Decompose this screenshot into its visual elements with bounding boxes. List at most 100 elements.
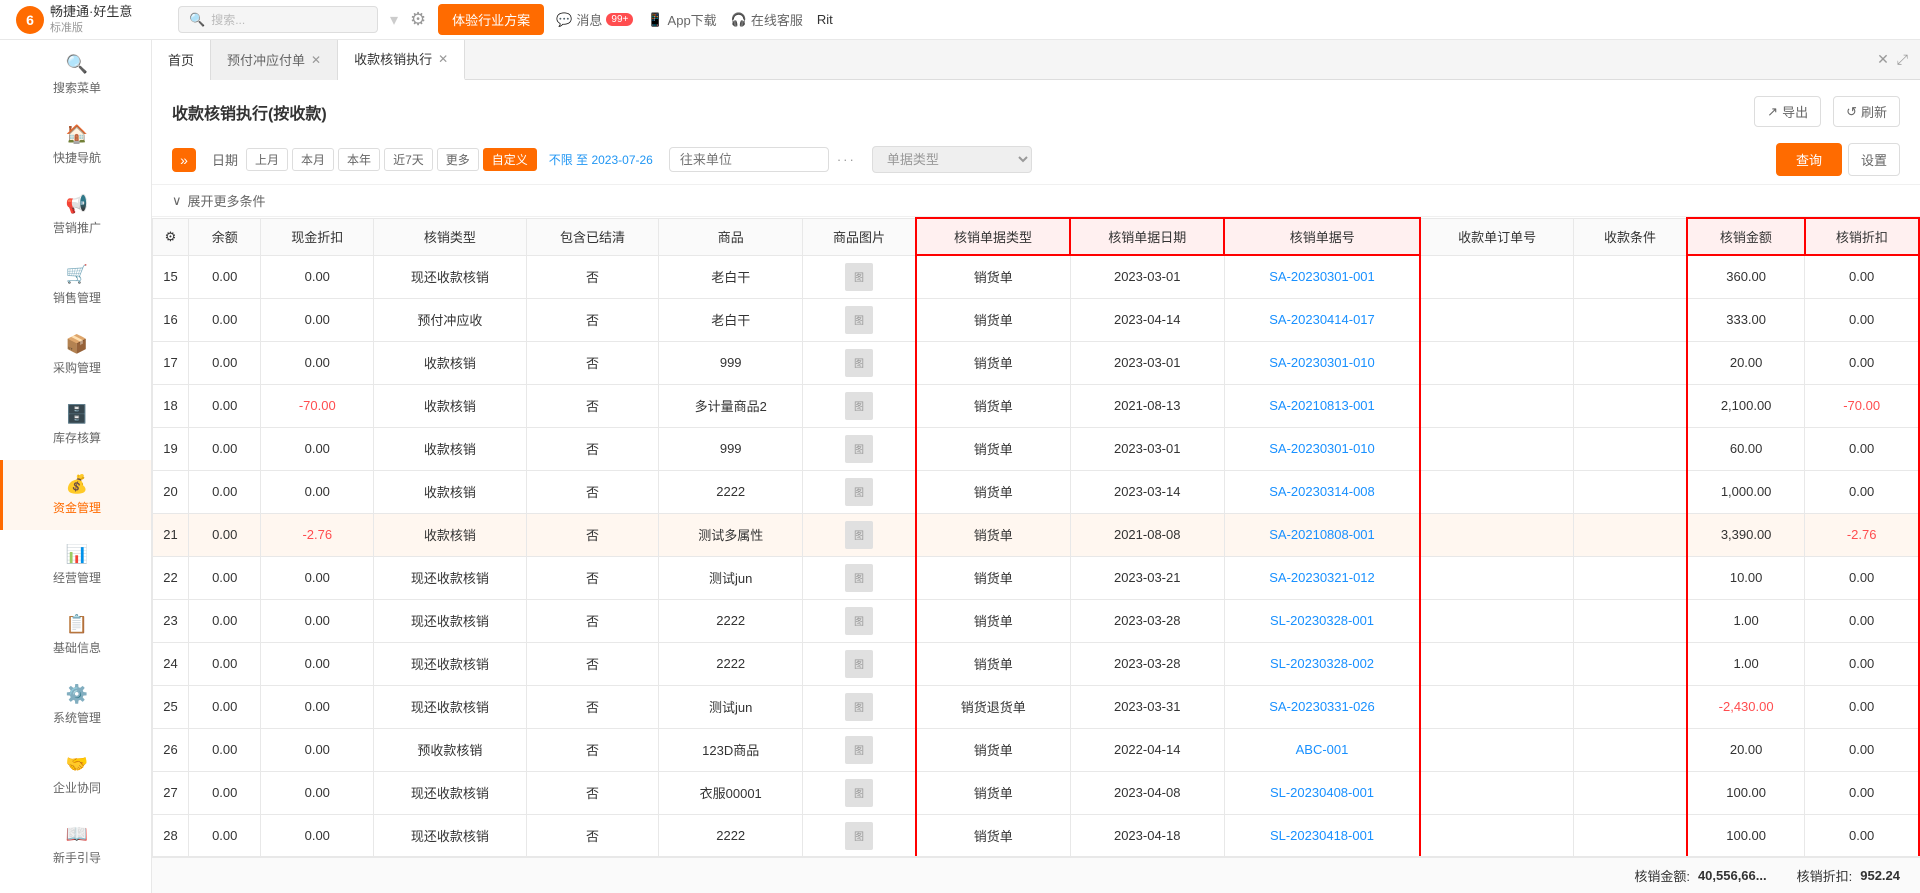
partner-input[interactable] <box>669 147 829 172</box>
voucher-no-link[interactable]: SA-20230314-008 <box>1269 484 1375 499</box>
tab-close-all-icon[interactable]: ✕ <box>1877 51 1889 68</box>
cell-receipt-order-no <box>1420 685 1573 728</box>
tab-prepay[interactable]: 预付冲应付单 ✕ <box>211 40 338 80</box>
cell-cancel-discount: 0.00 <box>1805 556 1919 599</box>
date-btn-this-month[interactable]: 本月 <box>292 148 334 171</box>
voucher-no-link[interactable]: SA-20230321-012 <box>1269 570 1375 585</box>
sidebar-item-guide[interactable]: 📖 新手引导 <box>0 810 151 880</box>
cell-include-settled: 否 <box>526 513 659 556</box>
date-btn-this-year[interactable]: 本年 <box>338 148 380 171</box>
voucher-no-link[interactable]: SA-20230301-010 <box>1269 441 1375 456</box>
cell-balance: 0.00 <box>189 685 261 728</box>
voucher-no-link[interactable]: SA-20210813-001 <box>1269 398 1375 413</box>
th-receipt-condition: 收款条件 <box>1574 218 1687 255</box>
cell-voucher-no[interactable]: SA-20230321-012 <box>1224 556 1420 599</box>
sidebar-item-marketing[interactable]: 📢 营销推广 <box>0 180 151 250</box>
cell-cancel-type: 收款核销 <box>374 341 527 384</box>
tab-prepay-close[interactable]: ✕ <box>311 53 321 67</box>
table-row: 25 0.00 0.00 现还收款核销 否 测试jun 图 销货退货单 2023… <box>153 685 1920 728</box>
top-bar: 6 畅捷通·好生意 标准版 🔍 搜索... ▾ ⚙ 体验行业方案 💬 消息 99… <box>0 0 1920 40</box>
cell-product: 老白干 <box>659 298 803 341</box>
export-button[interactable]: ↗ 导出 <box>1754 96 1821 127</box>
cell-seq: 15 <box>153 255 189 298</box>
cell-seq: 27 <box>153 771 189 814</box>
cell-product: 老白干 <box>659 255 803 298</box>
cell-product-img: 图 <box>803 814 916 856</box>
cell-seq: 19 <box>153 427 189 470</box>
sidebar-item-collab[interactable]: 🤝 企业协同 <box>0 740 151 810</box>
sidebar-label: 经营管理 <box>53 569 101 586</box>
footer-cancel-discount-value: 952.24 <box>1860 868 1900 883</box>
cell-voucher-no[interactable]: SL-20230328-002 <box>1224 642 1420 685</box>
cell-cancel-amount: 1.00 <box>1687 642 1805 685</box>
table-row: 24 0.00 0.00 现还收款核销 否 2222 图 销货单 2023-03… <box>153 642 1920 685</box>
sidebar-item-system[interactable]: ⚙️ 系统管理 <box>0 670 151 740</box>
cell-product-img: 图 <box>803 513 916 556</box>
th-settings[interactable]: ⚙ <box>153 218 189 255</box>
cell-voucher-no[interactable]: SA-20230301-010 <box>1224 427 1420 470</box>
filter-expand-button[interactable]: » <box>172 148 196 172</box>
voucher-no-link[interactable]: SA-20230414-017 <box>1269 312 1375 327</box>
refresh-button[interactable]: ↺ 刷新 <box>1833 96 1900 127</box>
cell-voucher-no[interactable]: SA-20230301-001 <box>1224 255 1420 298</box>
voucher-no-link[interactable]: SL-20230328-002 <box>1270 656 1374 671</box>
expand-more-bar[interactable]: ∨ 展开更多条件 <box>152 185 1920 217</box>
tab-receipt-label: 收款核销执行 <box>354 49 432 68</box>
cell-voucher-no[interactable]: ABC-001 <box>1224 728 1420 771</box>
user-name[interactable]: Rit <box>817 12 833 27</box>
voucher-no-link[interactable]: SA-20230331-026 <box>1269 699 1375 714</box>
cell-seq: 18 <box>153 384 189 427</box>
query-button[interactable]: 查询 <box>1776 143 1842 176</box>
cell-voucher-no[interactable]: SL-20230328-001 <box>1224 599 1420 642</box>
voucher-no-link[interactable]: SL-20230408-001 <box>1270 785 1374 800</box>
sidebar-item-operations[interactable]: 📊 经营管理 <box>0 530 151 600</box>
voucher-no-link[interactable]: SA-20210808-001 <box>1269 527 1375 542</box>
sidebar-item-purchase[interactable]: 📦 采购管理 <box>0 320 151 390</box>
sidebar-item-search[interactable]: 🔍 搜索菜单 <box>0 40 151 110</box>
tab-home[interactable]: 首页 <box>152 40 211 80</box>
sidebar-item-sales[interactable]: 🛒 销售管理 <box>0 250 151 320</box>
search-dropdown-icon[interactable]: ▾ <box>390 10 398 30</box>
voucher-no-link[interactable]: SA-20230301-001 <box>1269 269 1375 284</box>
cell-voucher-no[interactable]: SA-20210813-001 <box>1224 384 1420 427</box>
logo-version: 标准版 <box>50 19 132 35</box>
tab-receipt[interactable]: 收款核销执行 ✕ <box>338 40 465 80</box>
industry-solution-button[interactable]: 体验行业方案 <box>438 4 544 35</box>
tab-receipt-close[interactable]: ✕ <box>438 52 448 66</box>
cell-voucher-no[interactable]: SA-20230301-010 <box>1224 341 1420 384</box>
cell-cancel-discount: 0.00 <box>1805 341 1919 384</box>
cell-cancel-type: 现还收款核销 <box>374 255 527 298</box>
date-btn-last-month[interactable]: 上月 <box>246 148 288 171</box>
cell-voucher-no[interactable]: SA-20230314-008 <box>1224 470 1420 513</box>
cell-cancel-amount: 2,100.00 <box>1687 384 1805 427</box>
sidebar-item-shortcuts[interactable]: 🏠 快捷导航 <box>0 110 151 180</box>
global-search[interactable]: 🔍 搜索... <box>178 6 378 33</box>
cell-voucher-no[interactable]: SA-20230331-026 <box>1224 685 1420 728</box>
sidebar-item-capital[interactable]: 💰 资金管理 <box>0 460 151 530</box>
settings-button[interactable]: 设置 <box>1848 143 1900 176</box>
cell-voucher-no[interactable]: SA-20210808-001 <box>1224 513 1420 556</box>
cell-voucher-no[interactable]: SL-20230418-001 <box>1224 814 1420 856</box>
sidebar: 🔍 搜索菜单 🏠 快捷导航 📢 营销推广 🛒 销售管理 📦 采购管理 🗄️ 库存… <box>0 40 152 893</box>
voucher-type-select[interactable]: 单据类型 <box>872 146 1032 173</box>
voucher-no-link[interactable]: ABC-001 <box>1296 742 1349 757</box>
voucher-no-link[interactable]: SL-20230418-001 <box>1270 828 1374 843</box>
tab-maximize-icon[interactable]: ⤢ <box>1897 51 1908 68</box>
date-btn-more[interactable]: 更多 <box>437 148 479 171</box>
settings-icon[interactable]: ⚙ <box>410 9 426 30</box>
cell-voucher-no[interactable]: SA-20230414-017 <box>1224 298 1420 341</box>
voucher-no-link[interactable]: SL-20230328-001 <box>1270 613 1374 628</box>
voucher-no-link[interactable]: SA-20230301-010 <box>1269 355 1375 370</box>
cell-include-settled: 否 <box>526 341 659 384</box>
sidebar-item-base[interactable]: 📋 基础信息 <box>0 600 151 670</box>
date-btn-custom[interactable]: 自定义 <box>483 148 537 171</box>
cell-voucher-no[interactable]: SL-20230408-001 <box>1224 771 1420 814</box>
gear-icon: ⚙ <box>165 229 177 244</box>
app-download-button[interactable]: 📱 App下载 <box>647 10 716 29</box>
date-btn-7days[interactable]: 近7天 <box>384 148 433 171</box>
message-button[interactable]: 💬 消息 99+ <box>556 10 633 29</box>
th-balance: 余额 <box>189 218 261 255</box>
sidebar-item-hardware[interactable]: 🖥️ 智能硬件 <box>0 880 151 893</box>
online-service-button[interactable]: 🎧 在线客服 <box>731 10 803 29</box>
sidebar-item-inventory[interactable]: 🗄️ 库存核算 <box>0 390 151 460</box>
